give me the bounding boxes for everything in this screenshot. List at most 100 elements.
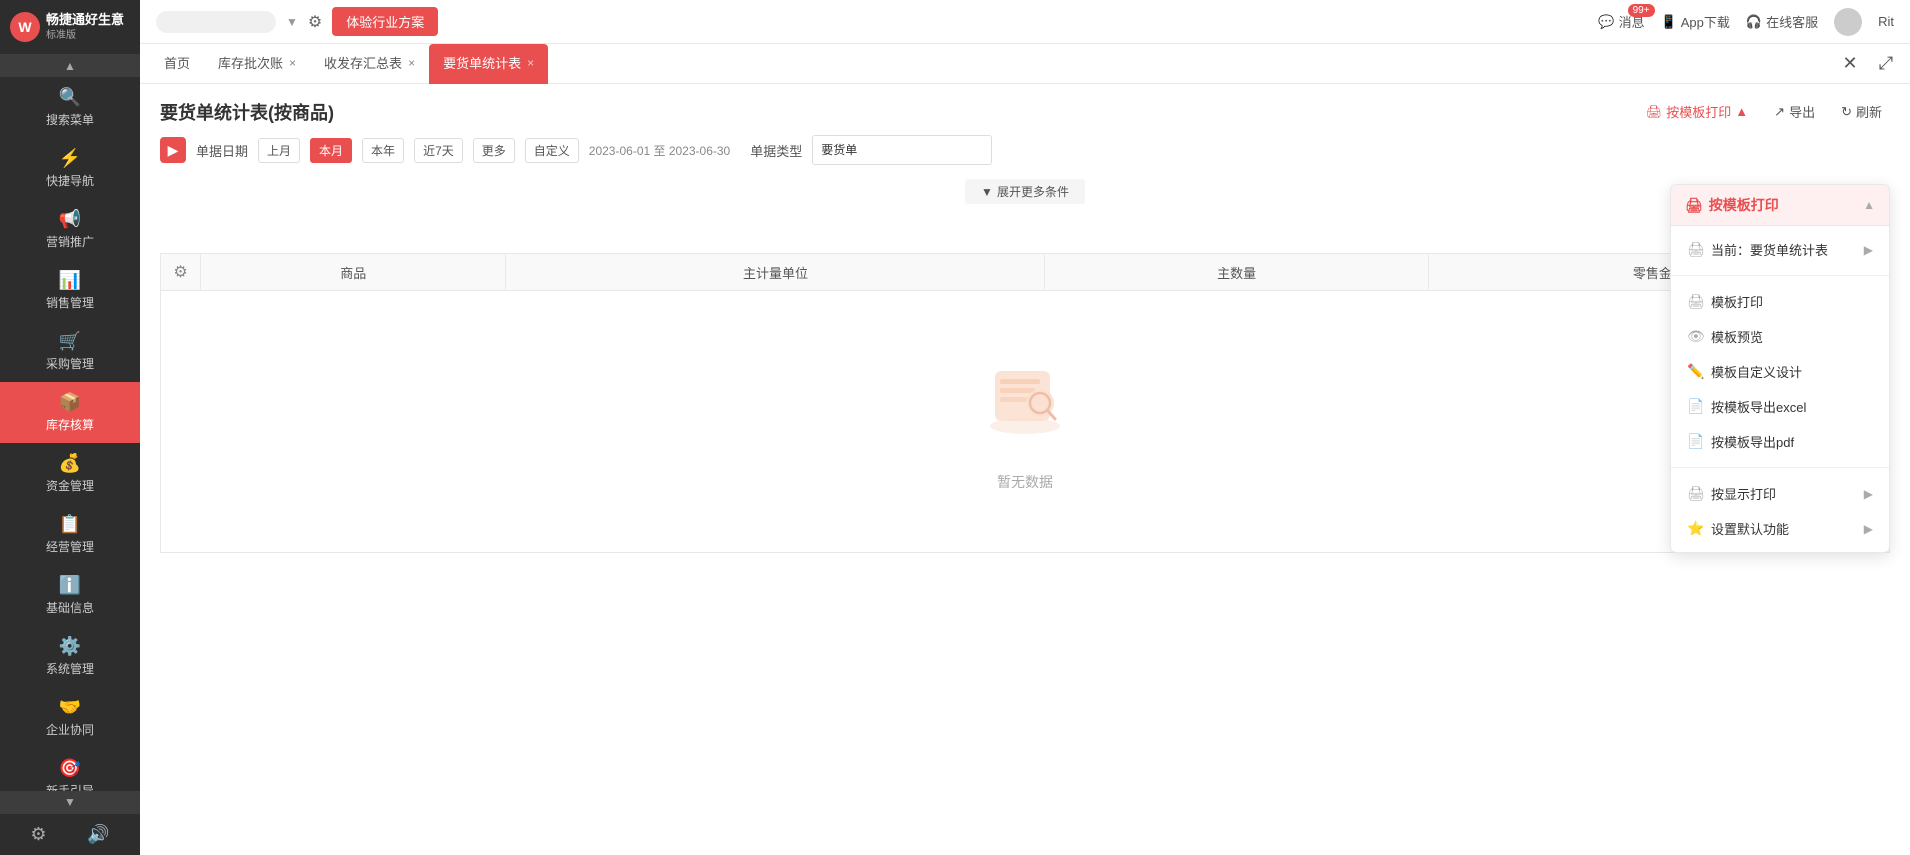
sidebar-item-label: 企业协同 bbox=[46, 721, 94, 738]
date-range-text: 2023-06-01 至 2023-06-30 bbox=[589, 142, 730, 159]
empty-state: 暂无数据 bbox=[161, 291, 1889, 552]
template-print-label: 按模板打印 bbox=[1666, 102, 1731, 121]
empty-icon bbox=[975, 351, 1075, 460]
template-print-chevron-up-icon: ▲ bbox=[1735, 104, 1748, 119]
dropdown-item-label: 模板预览 bbox=[1711, 327, 1763, 346]
current-template-icon: 🖨 bbox=[1687, 241, 1703, 258]
template-print-btn[interactable]: 🖨 按模板打印 ▲ bbox=[1638, 98, 1756, 125]
message-badge: 99+ bbox=[1628, 4, 1655, 17]
tabbar: 首页 库存批次账 × 收发存汇总表 × 要货单统计表 × ✕ ⤢ bbox=[140, 44, 1910, 84]
sidebar-item-quick-nav[interactable]: ⚡ 快捷导航 bbox=[0, 138, 140, 199]
template-custom-icon: ✏️ bbox=[1687, 363, 1703, 380]
sidebar-item-label: 库存核算 bbox=[46, 416, 94, 433]
tabbar-actions: ✕ ⤢ bbox=[1836, 50, 1900, 78]
refresh-label: 刷新 bbox=[1856, 102, 1882, 121]
settings-bottom-icon[interactable]: ⚙ bbox=[30, 824, 46, 845]
filter-toggle-btn[interactable]: ▶ bbox=[160, 137, 186, 163]
dropdown-item-set-default[interactable]: ⭐ 设置默认功能 ▶ bbox=[1671, 511, 1889, 546]
type-filter-select[interactable]: 要货单 bbox=[812, 135, 992, 165]
app-download-item[interactable]: 📱 App下载 bbox=[1661, 12, 1730, 31]
user-avatar[interactable] bbox=[1834, 8, 1862, 36]
message-item[interactable]: 💬 消息 99+ bbox=[1598, 12, 1644, 31]
dropdown-item-template-custom[interactable]: ✏️ 模板自定义设计 bbox=[1671, 354, 1889, 389]
topbar-gear-icon[interactable]: ⚙ bbox=[308, 12, 322, 32]
industry-btn[interactable]: 体验行业方案 bbox=[332, 7, 438, 36]
template-print-dropdown: 🖨 按模板打印 ▲ 🖨 当前：要货单统计表 ▶ 🖨 模板打 bbox=[1670, 184, 1890, 553]
sidebar-item-system[interactable]: ⚙️ 系统管理 bbox=[0, 626, 140, 687]
expand-more-btn[interactable]: ▼ 展开更多条件 bbox=[965, 179, 1085, 204]
tab-inventory-batch-close[interactable]: × bbox=[289, 56, 296, 70]
dropdown-header: 🖨 按模板打印 ▲ bbox=[1671, 185, 1889, 226]
dropdown-item-label: 按显示打印 bbox=[1711, 484, 1776, 503]
sidebar-item-sales[interactable]: 📊 销售管理 bbox=[0, 260, 140, 321]
tab-receivable-summary-close[interactable]: × bbox=[408, 56, 415, 70]
dropdown-item-template-print[interactable]: 🖨 模板打印 bbox=[1671, 284, 1889, 319]
system-icon: ⚙️ bbox=[59, 636, 81, 657]
sidebar-item-guide[interactable]: 🎯 新手引导 bbox=[0, 748, 140, 791]
date-btn-current-year[interactable]: 本年 bbox=[362, 138, 404, 163]
dropdown-divider-2 bbox=[1671, 467, 1889, 468]
dropdown-print-icon: 🖨 bbox=[1685, 197, 1703, 214]
dropdown-item-export-excel[interactable]: 📄 按模板导出excel bbox=[1671, 389, 1889, 424]
table-col-product: 商品 bbox=[201, 254, 506, 291]
current-item-arrow: ▶ bbox=[1864, 243, 1873, 257]
search-menu-icon: 🔍 bbox=[59, 87, 81, 108]
sidebar-item-inventory[interactable]: 📦 库存核算 bbox=[0, 382, 140, 443]
sidebar-item-search-menu[interactable]: 🔍 搜索菜单 bbox=[0, 77, 140, 138]
set-default-icon: ⭐ bbox=[1687, 520, 1703, 537]
tab-order-stats-label: 要货单统计表 bbox=[443, 53, 521, 72]
table-col-quantity: 主数量 bbox=[1045, 254, 1428, 291]
audio-bottom-icon[interactable]: 🔊 bbox=[87, 824, 109, 845]
dropdown-current-label: 当前：要货单统计表 bbox=[1711, 240, 1828, 259]
date-btn-current-month[interactable]: 本月 bbox=[310, 138, 352, 163]
page-actions: 🖨 按模板打印 ▲ ↗ 导出 ↻ 刷新 bbox=[1638, 98, 1890, 125]
sidebar-scroll-up[interactable]: ▲ bbox=[0, 55, 140, 77]
sidebar-scroll-down[interactable]: ▼ bbox=[0, 791, 140, 813]
topbar-search-input[interactable] bbox=[156, 11, 276, 33]
tab-close-window-btn[interactable]: ✕ bbox=[1836, 50, 1864, 78]
sidebar-item-basics[interactable]: ℹ️ 基础信息 bbox=[0, 565, 140, 626]
date-btn-custom[interactable]: 自定义 bbox=[525, 138, 579, 163]
app-download-icon: 📱 bbox=[1661, 14, 1677, 30]
brand-sub: 标准版 bbox=[46, 29, 124, 42]
date-filter-label: 单据日期 bbox=[196, 141, 248, 160]
online-service-item[interactable]: 🎧 在线客服 bbox=[1746, 12, 1818, 31]
tab-order-stats-close[interactable]: × bbox=[527, 56, 534, 70]
dropdown-current-item[interactable]: 🖨 当前：要货单统计表 ▶ bbox=[1671, 232, 1889, 267]
dropdown-item-display-print[interactable]: 🖨 按显示打印 ▶ bbox=[1671, 476, 1889, 511]
sidebar-item-enterprise[interactable]: 🤝 企业协同 bbox=[0, 687, 140, 748]
sidebar-item-purchase[interactable]: 🛒 采购管理 bbox=[0, 321, 140, 382]
refresh-btn[interactable]: ↻ 刷新 bbox=[1833, 98, 1890, 125]
dropdown-item-template-preview[interactable]: 👁 模板预览 bbox=[1671, 319, 1889, 354]
expand-label: 展开更多条件 bbox=[997, 183, 1069, 200]
tab-home[interactable]: 首页 bbox=[150, 44, 204, 84]
table-settings-icon[interactable]: ⚙ bbox=[173, 264, 187, 281]
dropdown-item-label: 模板打印 bbox=[1711, 292, 1763, 311]
page-content: 要货单统计表(按商品) 🖨 按模板打印 ▲ ↗ 导出 ↻ 刷新 ▶ bbox=[140, 84, 1910, 855]
display-print-arrow: ▶ bbox=[1864, 487, 1873, 501]
date-btn-last-7-days[interactable]: 近7天 bbox=[414, 138, 463, 163]
table-col-settings: ⚙ bbox=[161, 254, 201, 291]
quick-nav-icon: ⚡ bbox=[59, 148, 81, 169]
table-header-row: ⚙ 商品 主计量单位 主数量 零售金额 bbox=[161, 254, 1890, 291]
app-download-label: App下载 bbox=[1681, 12, 1730, 31]
tab-maximize-btn[interactable]: ⤢ bbox=[1872, 50, 1900, 78]
date-btn-prev-month[interactable]: 上月 bbox=[258, 138, 300, 163]
tab-receivable-summary[interactable]: 收发存汇总表 × bbox=[310, 44, 429, 84]
dropdown-item-export-pdf[interactable]: 📄 按模板导出pdf bbox=[1671, 424, 1889, 459]
sidebar-nav: 🔍 搜索菜单 ⚡ 快捷导航 📢 营销推广 📊 销售管理 🛒 采购管理 📦 库存核… bbox=[0, 77, 140, 791]
export-btn[interactable]: ↗ 导出 bbox=[1766, 98, 1823, 125]
service-icon: 🎧 bbox=[1746, 14, 1762, 30]
tab-inventory-batch[interactable]: 库存批次账 × bbox=[204, 44, 310, 84]
sidebar-item-label: 营销推广 bbox=[46, 233, 94, 250]
tab-order-stats[interactable]: 要货单统计表 × bbox=[429, 44, 548, 84]
tab-inventory-batch-label: 库存批次账 bbox=[218, 53, 283, 72]
sidebar-item-operations[interactable]: 📋 经营管理 bbox=[0, 504, 140, 565]
tab-home-label: 首页 bbox=[164, 53, 190, 72]
topbar-chevron-icon[interactable]: ▼ bbox=[286, 15, 298, 29]
date-btn-more[interactable]: 更多 bbox=[473, 138, 515, 163]
dropdown-chevron-icon[interactable]: ▲ bbox=[1863, 198, 1875, 212]
sidebar-item-marketing[interactable]: 📢 营销推广 bbox=[0, 199, 140, 260]
sidebar-item-finance[interactable]: 💰 资金管理 bbox=[0, 443, 140, 504]
dropdown-item-label: 按模板导出pdf bbox=[1711, 432, 1794, 451]
